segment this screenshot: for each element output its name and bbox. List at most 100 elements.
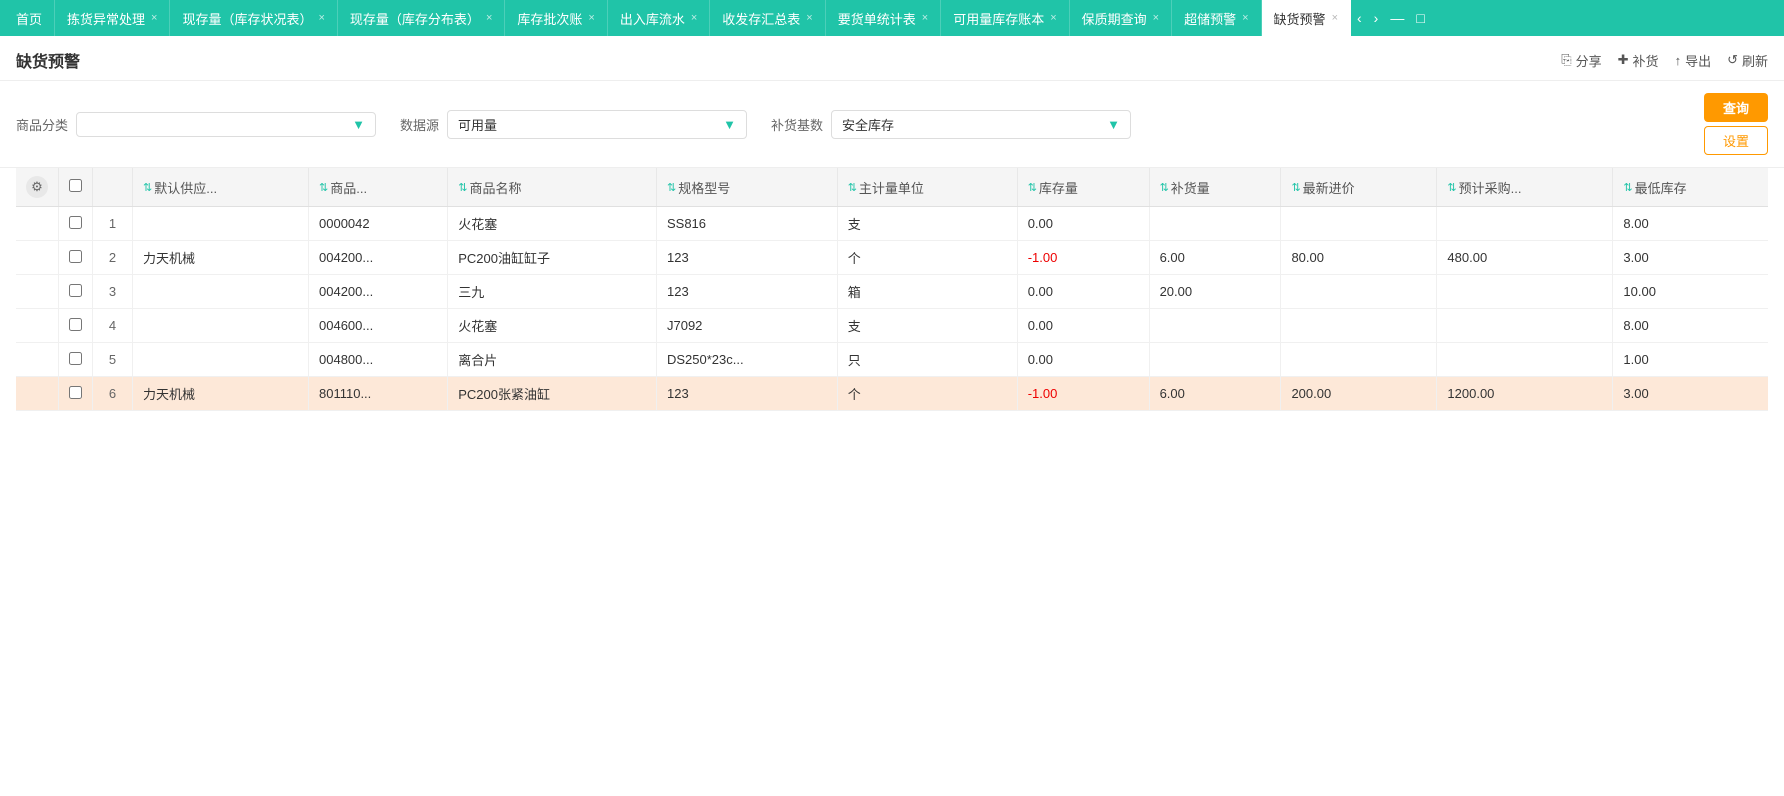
sort-latest-price-icon[interactable]: ⇅ bbox=[1291, 181, 1300, 194]
row-min-stock: 3.00 bbox=[1613, 377, 1768, 411]
sort-supplier-icon[interactable]: ⇅ bbox=[143, 181, 152, 194]
restock-btn[interactable]: ✚ 补货 bbox=[1618, 51, 1659, 70]
row-supplier bbox=[133, 207, 309, 241]
row-supplier bbox=[133, 343, 309, 377]
sort-product-name-icon[interactable]: ⇅ bbox=[458, 181, 467, 194]
row-checkbox-3[interactable] bbox=[69, 318, 82, 331]
tab-shortage[interactable]: 缺货预警 × bbox=[1262, 0, 1351, 36]
row-product-code: 004200... bbox=[309, 241, 448, 275]
th-unit-label: 主计量单位 bbox=[859, 178, 924, 197]
th-checkbox bbox=[59, 168, 93, 207]
row-stock-qty: -1.00 bbox=[1017, 377, 1149, 411]
th-est-purchase-label: 预计采购... bbox=[1459, 178, 1522, 197]
row-checkbox-2[interactable] bbox=[69, 284, 82, 297]
refresh-label: 刷新 bbox=[1742, 51, 1768, 70]
row-checkbox-1[interactable] bbox=[69, 250, 82, 263]
share-btn[interactable]: ⎘ 分享 bbox=[1561, 51, 1601, 70]
sort-product-code-icon[interactable]: ⇅ bbox=[319, 181, 328, 194]
sort-spec-icon[interactable]: ⇅ bbox=[667, 181, 676, 194]
row-latest-price bbox=[1281, 309, 1437, 343]
row-stock-qty: 0.00 bbox=[1017, 309, 1149, 343]
th-min-stock-label: 最低库存 bbox=[1635, 178, 1687, 197]
tab-inventory-dist[interactable]: 现存量（库存分布表） × bbox=[338, 0, 505, 36]
tab-overstock[interactable]: 超储预警 × bbox=[1172, 0, 1261, 36]
tab-available[interactable]: 可用量库存账本 × bbox=[941, 0, 1069, 36]
row-est-purchase bbox=[1437, 309, 1613, 343]
row-index: 3 bbox=[93, 275, 133, 309]
sort-unit-icon[interactable]: ⇅ bbox=[848, 181, 857, 194]
sort-stock-qty-icon[interactable]: ⇅ bbox=[1028, 181, 1037, 194]
replenish-select[interactable]: 安全库存 ▼ bbox=[831, 110, 1131, 139]
header-actions: ⎘ 分享 ✚ 补货 ↑ 导出 ↺ 刷新 bbox=[1561, 51, 1768, 70]
tab-shortage-close[interactable]: × bbox=[1332, 12, 1338, 24]
row-product-name: 三九 bbox=[448, 275, 657, 309]
filter-datasource-group: 数据源 可用量 ▼ bbox=[400, 110, 747, 139]
row-unit: 支 bbox=[837, 207, 1017, 241]
tab-receipt-total[interactable]: 收发存汇总表 × bbox=[710, 0, 825, 36]
share-icon: ⎘ bbox=[1561, 52, 1571, 68]
column-settings-icon[interactable]: ⚙ bbox=[26, 176, 48, 198]
table-container: ⚙ ⇅ 默认供应... ⇅ bbox=[0, 168, 1784, 427]
row-latest-price: 80.00 bbox=[1281, 241, 1437, 275]
th-unit: ⇅ 主计量单位 bbox=[837, 168, 1017, 207]
th-est-purchase: ⇅ 预计采购... bbox=[1437, 168, 1613, 207]
tab-receipt-total-close[interactable]: × bbox=[806, 12, 812, 24]
tab-available-close[interactable]: × bbox=[1050, 12, 1056, 24]
sort-min-stock-icon[interactable]: ⇅ bbox=[1623, 181, 1632, 194]
tab-maximize-btn[interactable]: □ bbox=[1410, 0, 1430, 36]
category-select[interactable]: ▼ bbox=[76, 112, 376, 137]
row-product-code: 004800... bbox=[309, 343, 448, 377]
tab-overstock-close[interactable]: × bbox=[1242, 12, 1248, 24]
tab-order-stat[interactable]: 要货单统计表 × bbox=[826, 0, 941, 36]
row-checkbox-0[interactable] bbox=[69, 216, 82, 229]
tab-inout[interactable]: 出入库流水 × bbox=[608, 0, 710, 36]
datasource-select[interactable]: 可用量 ▼ bbox=[447, 110, 747, 139]
export-btn[interactable]: ↑ 导出 bbox=[1675, 51, 1712, 70]
row-latest-price bbox=[1281, 275, 1437, 309]
row-supplier: 力天机械 bbox=[133, 377, 309, 411]
refresh-btn[interactable]: ↺ 刷新 bbox=[1727, 51, 1768, 70]
select-all-checkbox[interactable] bbox=[69, 179, 82, 192]
tab-next-btn[interactable]: › bbox=[1368, 0, 1385, 36]
row-est-purchase bbox=[1437, 207, 1613, 241]
restock-label: 补货 bbox=[1633, 51, 1659, 70]
row-supplier bbox=[133, 275, 309, 309]
tab-inventory-dist-close[interactable]: × bbox=[486, 12, 492, 24]
tab-order-stat-label: 要货单统计表 bbox=[838, 9, 916, 28]
row-checkbox-cell bbox=[59, 241, 93, 275]
tab-abnormal[interactable]: 拣货异常处理 × bbox=[55, 0, 170, 36]
tab-batch[interactable]: 库存批次账 × bbox=[505, 0, 607, 36]
row-replenish-qty bbox=[1149, 343, 1281, 377]
settings-button[interactable]: 设置 bbox=[1704, 126, 1768, 155]
tab-expiry-close[interactable]: × bbox=[1153, 12, 1159, 24]
sort-replenish-qty-icon[interactable]: ⇅ bbox=[1160, 181, 1169, 194]
row-checkbox-5[interactable] bbox=[69, 386, 82, 399]
tab-inventory-status-close[interactable]: × bbox=[318, 12, 324, 24]
tab-abnormal-close[interactable]: × bbox=[151, 12, 157, 24]
tab-prev-btn[interactable]: ‹ bbox=[1351, 0, 1368, 36]
row-index: 5 bbox=[93, 343, 133, 377]
query-button[interactable]: 查询 bbox=[1704, 93, 1768, 122]
tab-inventory-status[interactable]: 现存量（库存状况表） × bbox=[170, 0, 337, 36]
restock-icon: ✚ bbox=[1618, 52, 1629, 68]
th-settings: ⚙ bbox=[16, 168, 59, 207]
row-latest-price bbox=[1281, 343, 1437, 377]
tab-minimize-btn[interactable]: — bbox=[1384, 0, 1410, 36]
row-spec: 123 bbox=[656, 275, 837, 309]
row-settings-cell bbox=[16, 241, 59, 275]
row-stock-qty: 0.00 bbox=[1017, 207, 1149, 241]
sort-est-purchase-icon[interactable]: ⇅ bbox=[1447, 181, 1456, 194]
tab-batch-close[interactable]: × bbox=[588, 12, 594, 24]
tab-home[interactable]: 首页 bbox=[4, 0, 55, 36]
data-table: ⚙ ⇅ 默认供应... ⇅ bbox=[16, 168, 1768, 411]
tab-expiry[interactable]: 保质期查询 × bbox=[1070, 0, 1172, 36]
category-caret-icon: ▼ bbox=[352, 117, 365, 132]
datasource-caret-icon: ▼ bbox=[723, 117, 736, 132]
tab-inout-close[interactable]: × bbox=[691, 12, 697, 24]
th-replenish-qty-label: 补货量 bbox=[1171, 178, 1210, 197]
row-checkbox-4[interactable] bbox=[69, 352, 82, 365]
th-spec-label: 规格型号 bbox=[678, 178, 730, 197]
row-product-code: 004600... bbox=[309, 309, 448, 343]
tab-order-stat-close[interactable]: × bbox=[922, 12, 928, 24]
row-spec: 123 bbox=[656, 241, 837, 275]
